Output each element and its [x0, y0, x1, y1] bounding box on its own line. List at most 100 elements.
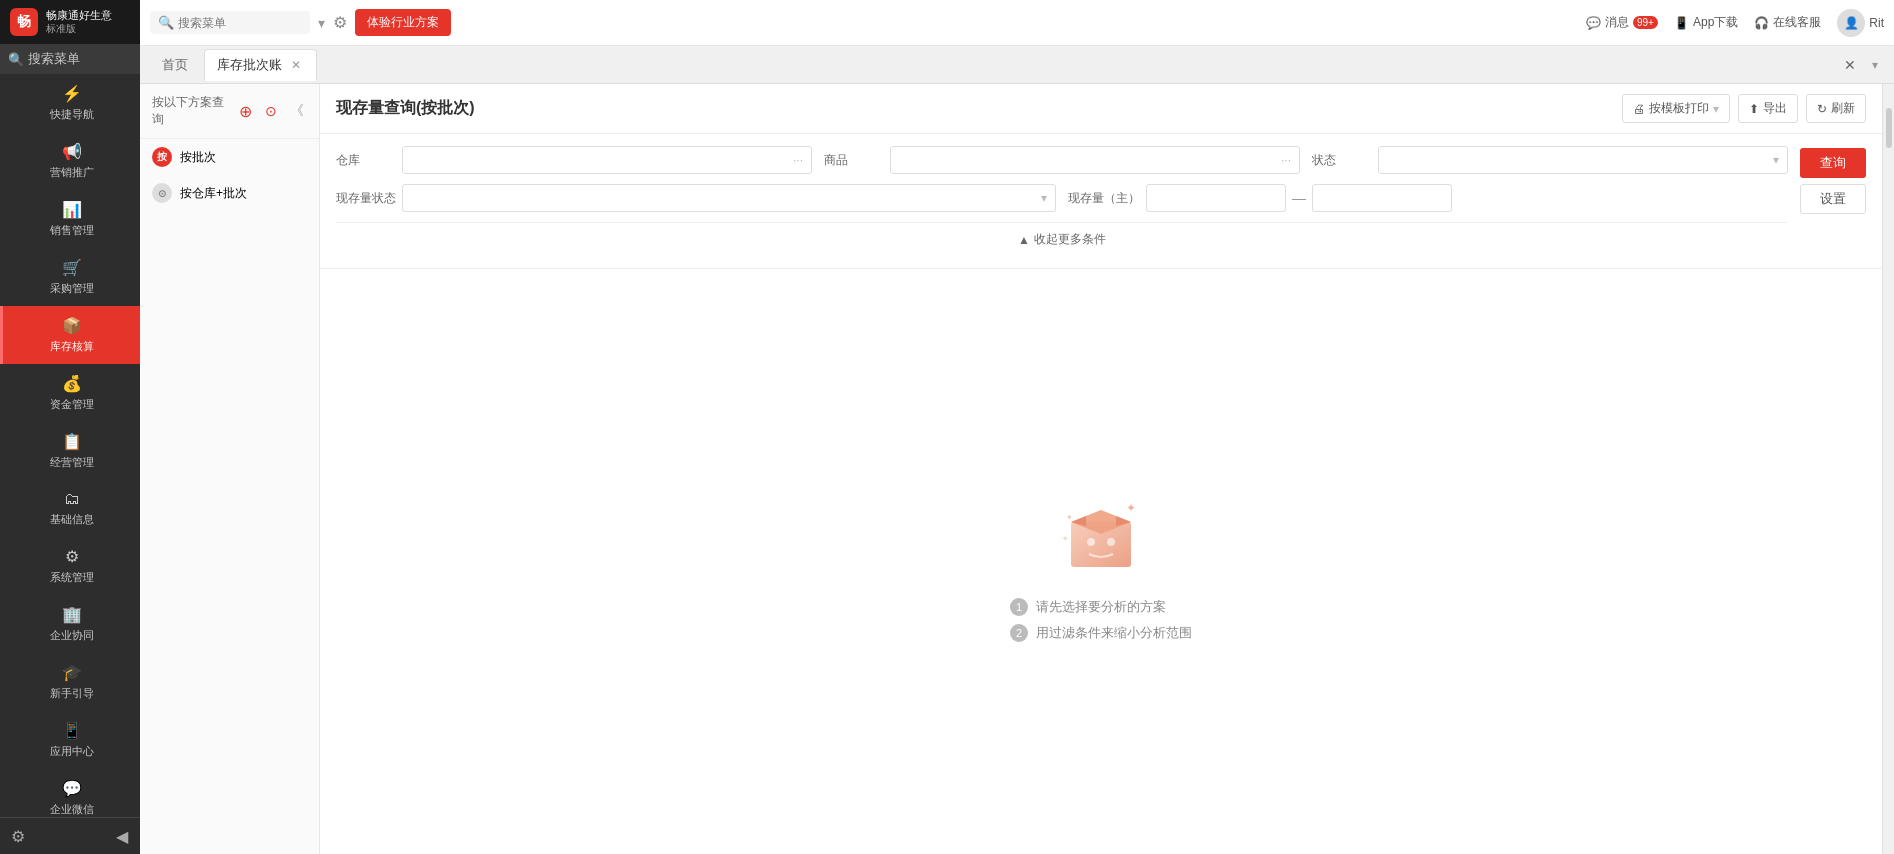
- tab-home[interactable]: 首页: [150, 50, 200, 80]
- messages-icon: 💬: [1586, 16, 1601, 30]
- print-btn[interactable]: 🖨 按模板打印 ▾: [1622, 94, 1730, 123]
- query-button[interactable]: 查询: [1800, 148, 1866, 178]
- print-dropdown-icon[interactable]: ▾: [1713, 102, 1719, 116]
- sidebar-label-basic: 基础信息: [50, 512, 94, 527]
- status-dropdown-icon[interactable]: ▾: [1773, 153, 1779, 167]
- tab-bar-close-btn[interactable]: ✕: [1838, 53, 1862, 77]
- collapse-sidebar-btn[interactable]: ◀: [112, 826, 132, 846]
- product-dots-icon[interactable]: ···: [1281, 153, 1291, 167]
- phone-icon: 📱: [1674, 16, 1689, 30]
- plan-icon-warehouse-batch: ⊙: [152, 183, 172, 203]
- empty-illustration: ✦ ✦ ✦: [1051, 482, 1151, 582]
- collapse-left-btn[interactable]: 《: [287, 101, 307, 121]
- sidebar-item-finance[interactable]: 💰 资金管理: [0, 364, 140, 422]
- sidebar-item-wechat[interactable]: 💬 企业微信: [0, 769, 140, 817]
- wechat-icon: 💬: [62, 779, 82, 798]
- sidebar-item-inventory[interactable]: 📦 库存核算: [0, 306, 140, 364]
- sidebar-label-operations: 经营管理: [50, 455, 94, 470]
- left-panel: 按以下方案查询 ⊕ ⊙ 《 按 按批次 ⊙ 按仓库+批次: [140, 84, 320, 854]
- topbar-search-input[interactable]: [178, 16, 298, 30]
- trial-button[interactable]: 体验行业方案: [355, 9, 451, 36]
- product-label: 商品: [824, 152, 884, 169]
- filter-status: 状态 ▾: [1312, 146, 1788, 174]
- warehouse-label: 仓库: [336, 152, 396, 169]
- topbar-dropdown-icon[interactable]: ▾: [318, 15, 325, 31]
- warehouse-select[interactable]: ···: [402, 146, 812, 174]
- settings-footer-btn[interactable]: ⚙: [8, 826, 28, 846]
- sidebar-search[interactable]: 🔍 搜索菜单: [0, 44, 140, 74]
- svg-point-5: [1107, 538, 1115, 546]
- sidebar-item-system[interactable]: ⚙ 系统管理: [0, 537, 140, 595]
- sidebar-item-operations[interactable]: 📋 经营管理: [0, 422, 140, 480]
- sidebar-label-enterprise: 企业协同: [50, 628, 94, 643]
- tab-more-btn[interactable]: ▾: [1866, 56, 1884, 74]
- left-panel-header: 按以下方案查询 ⊕ ⊙ 《: [140, 84, 319, 139]
- topbar: 🔍 ▾ ⚙ 体验行业方案 💬 消息 99+ 📱 App下载 🎧 在线客服 👤 R: [140, 0, 1894, 46]
- stock-status-dropdown-icon[interactable]: ▾: [1041, 191, 1047, 205]
- plan-item-warehouse-batch[interactable]: ⊙ 按仓库+批次: [140, 175, 319, 211]
- filter-warehouse: 仓库 ···: [336, 146, 812, 174]
- status-label: 状态: [1312, 152, 1372, 169]
- product-select[interactable]: ···: [890, 146, 1300, 174]
- scrollbar-thumb[interactable]: [1886, 108, 1892, 148]
- sidebar-item-purchase[interactable]: 🛒 采购管理: [0, 248, 140, 306]
- chevron-up-icon: ▲: [1018, 233, 1030, 247]
- user-profile-action[interactable]: 👤 Rit: [1837, 9, 1884, 37]
- stock-status-select[interactable]: ▾: [402, 184, 1056, 212]
- collapse-more-btn[interactable]: ▲ 收起更多条件: [336, 227, 1788, 252]
- left-panel-title: 按以下方案查询: [152, 94, 235, 128]
- app-version: 标准版: [46, 22, 112, 36]
- add-plan-btn[interactable]: ⊕: [235, 101, 255, 121]
- stock-main-to-input[interactable]: [1312, 184, 1452, 212]
- refresh-btn[interactable]: ↻ 刷新: [1806, 94, 1866, 123]
- collapse-row: ▲ 收起更多条件: [336, 222, 1788, 256]
- sidebar-item-enterprise[interactable]: 🏢 企业协同: [0, 595, 140, 653]
- filter-action-col: 查询 设置: [1800, 146, 1866, 214]
- messages-label: 消息: [1605, 14, 1629, 31]
- sidebar-item-sales[interactable]: 📊 销售管理: [0, 190, 140, 248]
- sidebar-label-apps: 应用中心: [50, 744, 94, 759]
- sidebar-item-guide[interactable]: 🎓 新手引导: [0, 653, 140, 711]
- topbar-search-box[interactable]: 🔍: [150, 11, 310, 34]
- app-download-action[interactable]: 📱 App下载: [1674, 14, 1738, 31]
- status-select[interactable]: ▾: [1378, 146, 1788, 174]
- svg-point-4: [1087, 538, 1095, 546]
- inventory-icon: 📦: [62, 316, 82, 335]
- right-scrollbar[interactable]: [1882, 84, 1894, 854]
- empty-tips: 1 请先选择要分析的方案 2 用过滤条件来缩小分析范围: [1010, 598, 1192, 642]
- sidebar-item-basic[interactable]: 🗂 基础信息: [0, 480, 140, 537]
- sidebar-item-quick-nav[interactable]: ⚡ 快捷导航: [0, 74, 140, 132]
- warehouse-dots-icon[interactable]: ···: [793, 153, 803, 167]
- sidebar-label-marketing: 营销推广: [50, 165, 94, 180]
- sidebar-label-sales: 销售管理: [50, 223, 94, 238]
- tab-close-btn[interactable]: ✕: [288, 57, 304, 73]
- plan-icon-batch: 按: [152, 147, 172, 167]
- plan-settings-btn[interactable]: ⊙: [261, 101, 281, 121]
- guide-icon: 🎓: [62, 663, 82, 682]
- sidebar-label-finance: 资金管理: [50, 397, 94, 412]
- refresh-btn-label: 刷新: [1831, 100, 1855, 117]
- stock-main-from-input[interactable]: [1146, 184, 1286, 212]
- messages-action[interactable]: 💬 消息 99+: [1586, 14, 1658, 31]
- app-title: 畅康通好生意: [46, 8, 112, 22]
- topbar-settings-icon[interactable]: ⚙: [333, 13, 347, 32]
- export-icon: ⬆: [1749, 102, 1759, 116]
- online-support-action[interactable]: 🎧 在线客服: [1754, 14, 1821, 31]
- main-content: 🔍 ▾ ⚙ 体验行业方案 💬 消息 99+ 📱 App下载 🎧 在线客服 👤 R: [140, 0, 1894, 854]
- export-btn[interactable]: ⬆ 导出: [1738, 94, 1798, 123]
- avatar: 👤: [1837, 9, 1865, 37]
- plan-item-batch[interactable]: 按 按批次: [140, 139, 319, 175]
- settings-button[interactable]: 设置: [1800, 184, 1866, 214]
- sidebar-label-inventory: 库存核算: [50, 339, 94, 354]
- app-logo: 畅: [10, 8, 38, 36]
- search-icon: 🔍: [8, 52, 24, 67]
- sidebar-label-guide: 新手引导: [50, 686, 94, 701]
- sidebar-header: 畅 畅康通好生意 标准版: [0, 0, 140, 44]
- filter-product: 商品 ···: [824, 146, 1300, 174]
- sidebar-item-marketing[interactable]: 📢 营销推广: [0, 132, 140, 190]
- tab-batch-account[interactable]: 库存批次账 ✕: [204, 49, 317, 81]
- filter-row-2: 现存量状态 ▾ 现存量（主） —: [336, 184, 1788, 212]
- sidebar-item-apps[interactable]: 📱 应用中心: [0, 711, 140, 769]
- stock-dash: —: [1292, 190, 1306, 206]
- filter-stock-main: 现存量（主） —: [1068, 184, 1788, 212]
